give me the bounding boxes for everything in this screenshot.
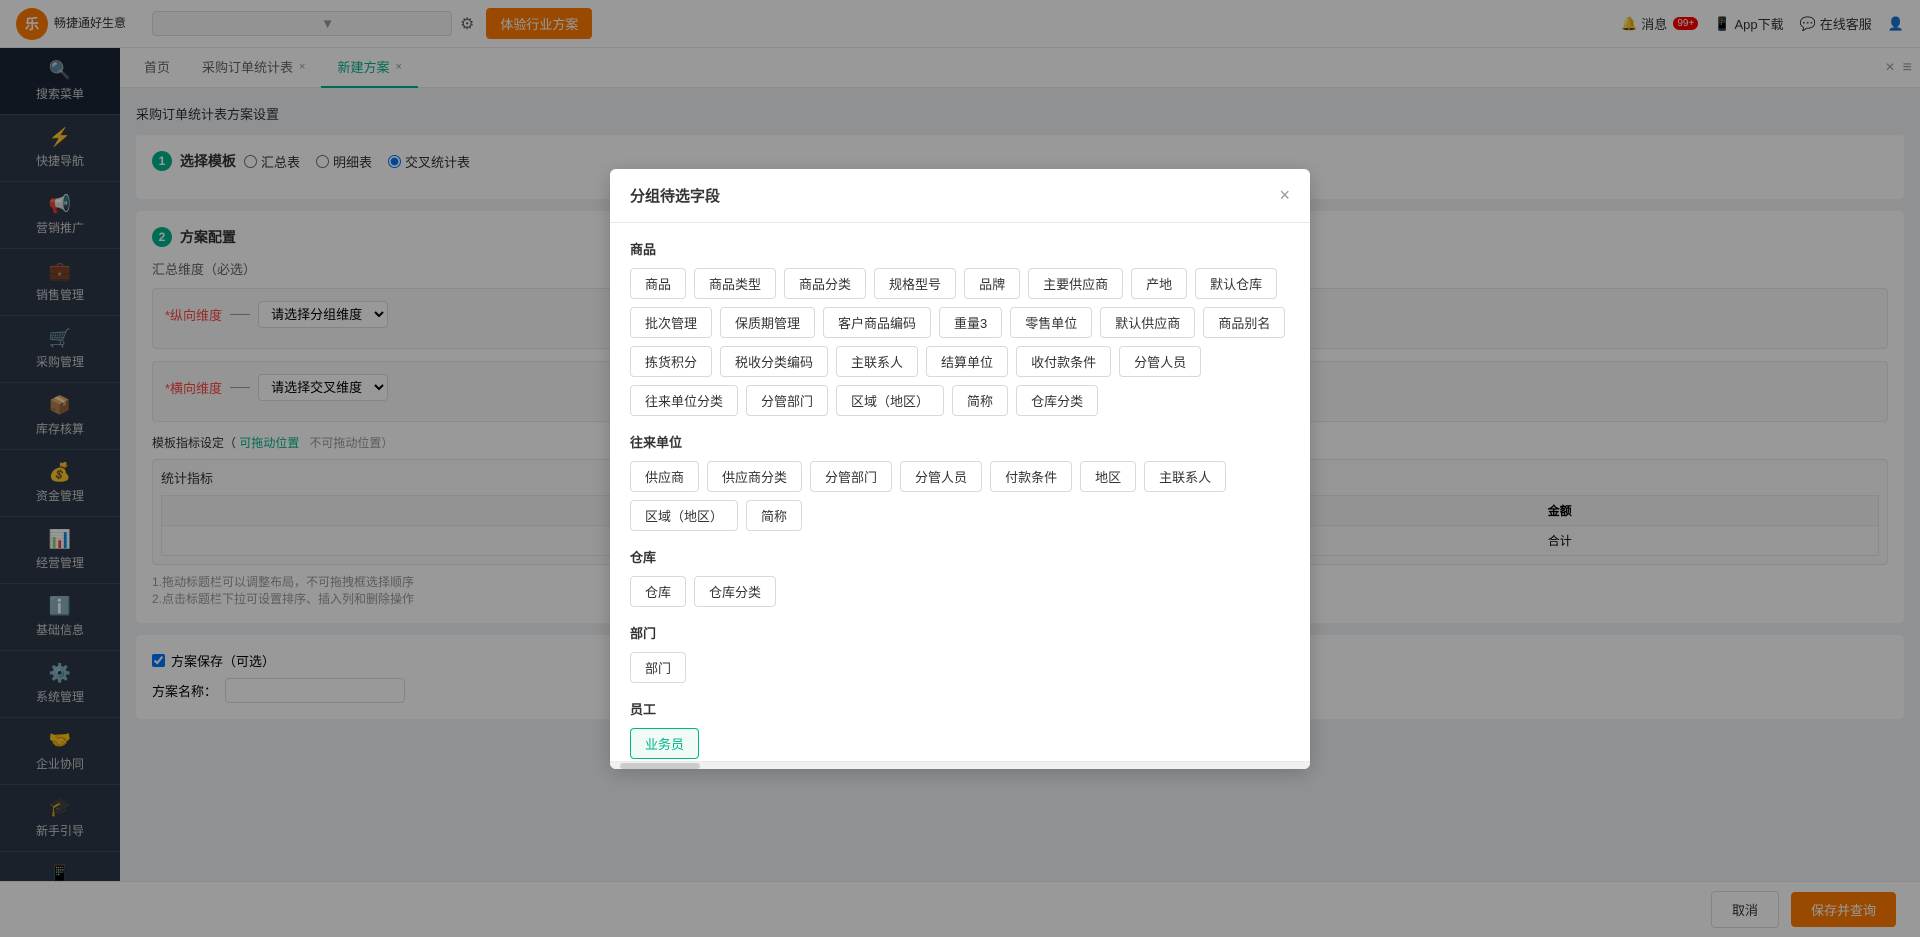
- field-tag-0-0[interactable]: 商品: [630, 268, 686, 299]
- field-tag-2-1[interactable]: 仓库分类: [694, 576, 776, 607]
- field-tag-1-3[interactable]: 分管人员: [900, 461, 982, 492]
- modal-header: 分组待选字段 ×: [610, 169, 1310, 223]
- field-tags-1: 供应商供应商分类分管部门分管人员付款条件地区主联系人区域（地区） 简称: [630, 461, 1290, 531]
- field-tag-0-14[interactable]: 商品别名: [1203, 307, 1285, 338]
- field-tag-1-7[interactable]: 区域（地区）: [630, 500, 738, 531]
- field-tag-2-0[interactable]: 仓库: [630, 576, 686, 607]
- field-tag-1-2[interactable]: 分管部门: [810, 461, 892, 492]
- field-tag-0-13[interactable]: 默认供应商: [1100, 307, 1195, 338]
- field-tag-1-8[interactable]: 简称: [746, 500, 802, 531]
- field-tag-0-7[interactable]: 默认仓库: [1195, 268, 1277, 299]
- field-section-4: 员工业务员: [630, 699, 1290, 759]
- modal-dialog: 分组待选字段 × 商品商品商品类型商品分类规格型号品牌主要供应商产地默认仓库批次…: [610, 169, 1310, 769]
- field-tag-0-9[interactable]: 保质期管理: [720, 307, 815, 338]
- field-section-title-0: 商品: [630, 239, 1290, 258]
- field-tag-0-8[interactable]: 批次管理: [630, 307, 712, 338]
- field-tag-0-23[interactable]: 区域（地区）: [836, 385, 944, 416]
- field-tags-2: 仓库仓库分类: [630, 576, 1290, 607]
- field-section-0: 商品商品商品类型商品分类规格型号品牌主要供应商产地默认仓库批次管理保质期管理客户…: [630, 239, 1290, 416]
- field-tag-1-4[interactable]: 付款条件: [990, 461, 1072, 492]
- field-tags-3: 部门: [630, 652, 1290, 683]
- field-section-title-3: 部门: [630, 623, 1290, 642]
- field-tag-0-4[interactable]: 品牌: [964, 268, 1020, 299]
- field-section-title-1: 往来单位: [630, 432, 1290, 451]
- field-section-title-4: 员工: [630, 699, 1290, 718]
- field-tag-0-2[interactable]: 商品分类: [784, 268, 866, 299]
- field-tags-0: 商品商品类型商品分类规格型号品牌主要供应商产地默认仓库批次管理保质期管理客户商品…: [630, 268, 1290, 416]
- field-tag-0-22[interactable]: 分管部门: [746, 385, 828, 416]
- field-tag-1-6[interactable]: 主联系人: [1144, 461, 1226, 492]
- field-tag-0-12[interactable]: 零售单位: [1010, 307, 1092, 338]
- field-tag-0-6[interactable]: 产地: [1131, 268, 1187, 299]
- scrollbar-thumb: [620, 763, 700, 769]
- field-tag-0-18[interactable]: 结算单位: [926, 346, 1008, 377]
- field-tag-3-0[interactable]: 部门: [630, 652, 686, 683]
- field-tag-4-0[interactable]: 业务员: [630, 728, 699, 759]
- field-tag-0-1[interactable]: 商品类型: [694, 268, 776, 299]
- field-tag-1-1[interactable]: 供应商分类: [707, 461, 802, 492]
- field-tag-0-16[interactable]: 税收分类编码: [720, 346, 828, 377]
- modal-body: 商品商品商品类型商品分类规格型号品牌主要供应商产地默认仓库批次管理保质期管理客户…: [610, 223, 1310, 761]
- field-tag-0-5[interactable]: 主要供应商: [1028, 268, 1123, 299]
- field-tag-0-15[interactable]: 拣货积分: [630, 346, 712, 377]
- field-tag-1-5[interactable]: 地区: [1080, 461, 1136, 492]
- field-section-2: 仓库仓库仓库分类: [630, 547, 1290, 607]
- modal-overlay: 分组待选字段 × 商品商品商品类型商品分类规格型号品牌主要供应商产地默认仓库批次…: [0, 0, 1920, 937]
- field-tag-0-11[interactable]: 重量3: [939, 307, 1002, 338]
- field-tag-0-20[interactable]: 分管人员: [1119, 346, 1201, 377]
- field-section-3: 部门部门: [630, 623, 1290, 683]
- field-tag-0-19[interactable]: 收付款条件: [1016, 346, 1111, 377]
- field-section-1: 往来单位供应商供应商分类分管部门分管人员付款条件地区主联系人区域（地区） 简称: [630, 432, 1290, 531]
- field-tag-0-25[interactable]: 仓库分类: [1016, 385, 1098, 416]
- modal-scrollbar[interactable]: [610, 761, 1310, 769]
- field-section-title-2: 仓库: [630, 547, 1290, 566]
- field-tags-4: 业务员: [630, 728, 1290, 759]
- field-tag-0-24[interactable]: 简称: [952, 385, 1008, 416]
- modal-title: 分组待选字段: [630, 185, 720, 206]
- field-tag-0-21[interactable]: 往来单位分类: [630, 385, 738, 416]
- modal-close-button[interactable]: ×: [1279, 185, 1290, 206]
- field-tag-0-3[interactable]: 规格型号: [874, 268, 956, 299]
- field-tag-1-0[interactable]: 供应商: [630, 461, 699, 492]
- field-tag-0-10[interactable]: 客户商品编码: [823, 307, 931, 338]
- field-tag-0-17[interactable]: 主联系人: [836, 346, 918, 377]
